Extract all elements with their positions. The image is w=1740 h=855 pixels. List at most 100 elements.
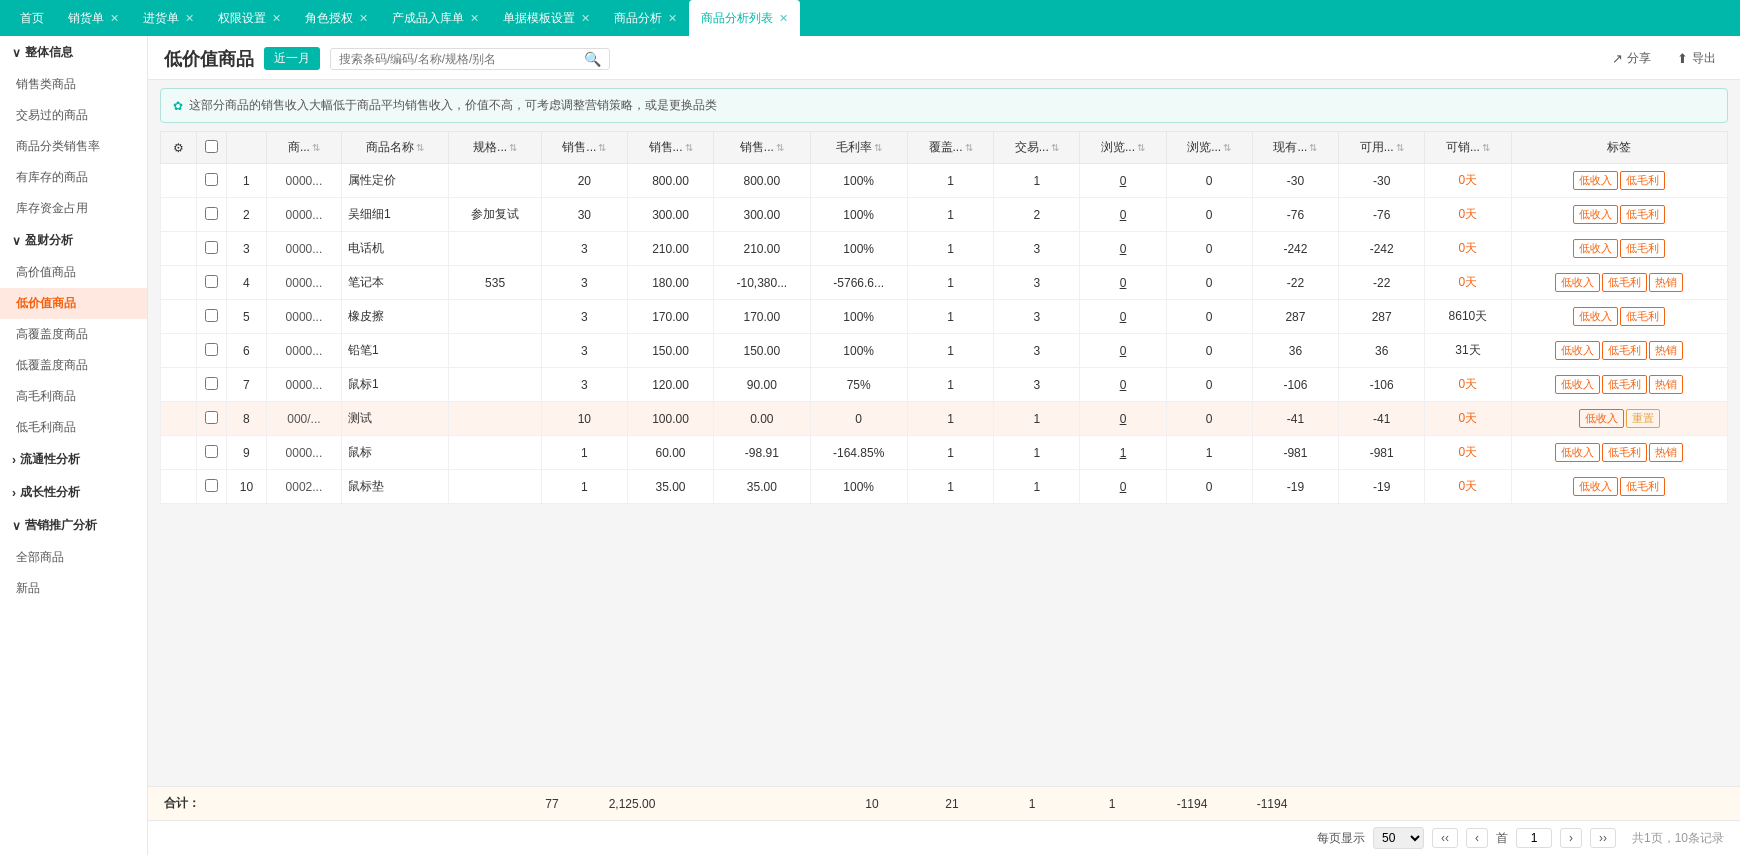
browse1-link[interactable]: 0 [1120,242,1127,256]
select-all-checkbox[interactable] [205,140,218,153]
sidebar-item-low-value[interactable]: 低价值商品 [0,288,147,319]
cell-checkbox[interactable] [197,232,227,266]
sidebar-item-stock-products[interactable]: 有库存的商品 [0,162,147,193]
nav-home[interactable]: 首页 [8,0,56,36]
nav-permission-settings[interactable]: 权限设置 ✕ [206,0,293,36]
sort-available-icon[interactable]: ⇅ [1396,142,1404,153]
nav-purchase-order[interactable]: 进货单 ✕ [131,0,206,36]
cell-browse1[interactable]: 0 [1080,164,1166,198]
cell-browse1[interactable]: 1 [1080,436,1166,470]
first-page-button[interactable]: ‹‹ [1432,828,1458,848]
sort-current-icon[interactable]: ⇅ [1309,142,1317,153]
sidebar-item-inventory-capital[interactable]: 库存资金占用 [0,193,147,224]
sort-browse1-icon[interactable]: ⇅ [1137,142,1145,153]
browse1-link[interactable]: 0 [1120,276,1127,290]
sort-sales-qty-icon[interactable]: ⇅ [598,142,606,153]
close-product-analysis-icon[interactable]: ✕ [668,12,677,25]
cell-checkbox[interactable] [197,266,227,300]
cell-checkbox[interactable] [197,402,227,436]
cell-checkbox[interactable] [197,436,227,470]
sidebar-item-low-margin[interactable]: 低毛利商品 [0,412,147,443]
sort-gross-rate-icon[interactable]: ⇅ [874,142,882,153]
cell-browse1[interactable]: 0 [1080,266,1166,300]
col-browse1[interactable]: 浏览...⇅ [1080,132,1166,164]
sidebar-item-low-coverage[interactable]: 低覆盖度商品 [0,350,147,381]
search-icon[interactable]: 🔍 [584,51,601,67]
sidebar-item-category-sales-rate[interactable]: 商品分类销售率 [0,131,147,162]
cell-browse1[interactable]: 0 [1080,232,1166,266]
page-number-input[interactable] [1516,828,1552,848]
col-current[interactable]: 现有...⇅ [1252,132,1338,164]
sidebar-item-all-products[interactable]: 全部商品 [0,542,147,573]
col-transactions[interactable]: 交易...⇅ [994,132,1080,164]
col-sales-qty[interactable]: 销售...⇅ [541,132,627,164]
nav-product-analysis[interactable]: 商品分析 ✕ [602,0,689,36]
close-role-auth-icon[interactable]: ✕ [359,12,368,25]
close-template-settings-icon[interactable]: ✕ [581,12,590,25]
row-checkbox[interactable] [205,275,218,288]
row-checkbox[interactable] [205,411,218,424]
browse1-link[interactable]: 0 [1120,174,1127,188]
export-button[interactable]: ⬆ 导出 [1669,46,1724,71]
sort-browse2-icon[interactable]: ⇅ [1223,142,1231,153]
cell-checkbox[interactable] [197,164,227,198]
filter-recent-month-button[interactable]: 近一月 [264,47,320,70]
sidebar-item-sales-products[interactable]: 销售类商品 [0,69,147,100]
row-checkbox[interactable] [205,241,218,254]
nav-role-auth[interactable]: 角色授权 ✕ [293,0,380,36]
row-checkbox[interactable] [205,309,218,322]
cell-checkbox[interactable] [197,198,227,232]
last-page-button[interactable]: ›› [1590,828,1616,848]
close-purchase-order-icon[interactable]: ✕ [185,12,194,25]
col-settings[interactable]: ⚙ [161,132,197,164]
col-available[interactable]: 可用...⇅ [1339,132,1425,164]
search-input[interactable] [339,52,580,66]
sort-spec-icon[interactable]: ⇅ [509,142,517,153]
close-permission-settings-icon[interactable]: ✕ [272,12,281,25]
col-coverage[interactable]: 覆盖...⇅ [907,132,993,164]
cell-browse1[interactable]: 0 [1080,334,1166,368]
close-product-analysis-list-icon[interactable]: ✕ [779,12,788,25]
sidebar-item-high-coverage[interactable]: 高覆盖度商品 [0,319,147,350]
row-checkbox[interactable] [205,479,218,492]
sidebar-item-traded-products[interactable]: 交易过的商品 [0,100,147,131]
cell-browse1[interactable]: 0 [1080,300,1166,334]
sidebar-group-marketing[interactable]: ∨ 营销推广分析 [0,509,147,542]
browse1-link[interactable]: 0 [1120,378,1127,392]
nav-product-analysis-list[interactable]: 商品分析列表 ✕ [689,0,800,36]
cell-browse1[interactable]: 0 [1080,368,1166,402]
cell-checkbox[interactable] [197,300,227,334]
cell-browse1[interactable]: 0 [1080,198,1166,232]
cell-checkbox[interactable] [197,334,227,368]
share-button[interactable]: ↗ 分享 [1604,46,1659,71]
per-page-select[interactable]: 50 100 200 [1373,827,1424,849]
row-checkbox[interactable] [205,377,218,390]
sort-transactions-icon[interactable]: ⇅ [1051,142,1059,153]
sidebar-group-profit[interactable]: ∨ 盈财分析 [0,224,147,257]
sidebar-group-circulation[interactable]: › 流通性分析 [0,443,147,476]
row-checkbox[interactable] [205,207,218,220]
sort-coverage-icon[interactable]: ⇅ [965,142,973,153]
browse1-link[interactable]: 0 [1120,310,1127,324]
col-sales-avg[interactable]: 销售...⇅ [714,132,810,164]
sort-sales-avg-icon[interactable]: ⇅ [776,142,784,153]
cell-browse1[interactable]: 0 [1080,402,1166,436]
row-checkbox[interactable] [205,173,218,186]
browse1-link[interactable]: 0 [1120,208,1127,222]
col-browse2[interactable]: 浏览...⇅ [1166,132,1252,164]
browse1-link[interactable]: 0 [1120,344,1127,358]
cell-checkbox[interactable] [197,368,227,402]
col-sellable[interactable]: 可销...⇅ [1425,132,1511,164]
sidebar-item-high-value[interactable]: 高价值商品 [0,257,147,288]
row-checkbox[interactable] [205,445,218,458]
col-sales-amount[interactable]: 销售...⇅ [627,132,713,164]
nav-template-settings[interactable]: 单据模板设置 ✕ [491,0,602,36]
browse1-link[interactable]: 0 [1120,480,1127,494]
cell-checkbox[interactable] [197,470,227,504]
sort-name-icon[interactable]: ⇅ [416,142,424,153]
next-page-button[interactable]: › [1560,828,1582,848]
sidebar-group-overall[interactable]: ∨ 整体信息 [0,36,147,69]
browse1-link[interactable]: 0 [1120,412,1127,426]
prev-page-button[interactable]: ‹ [1466,828,1488,848]
close-production-order-icon[interactable]: ✕ [470,12,479,25]
